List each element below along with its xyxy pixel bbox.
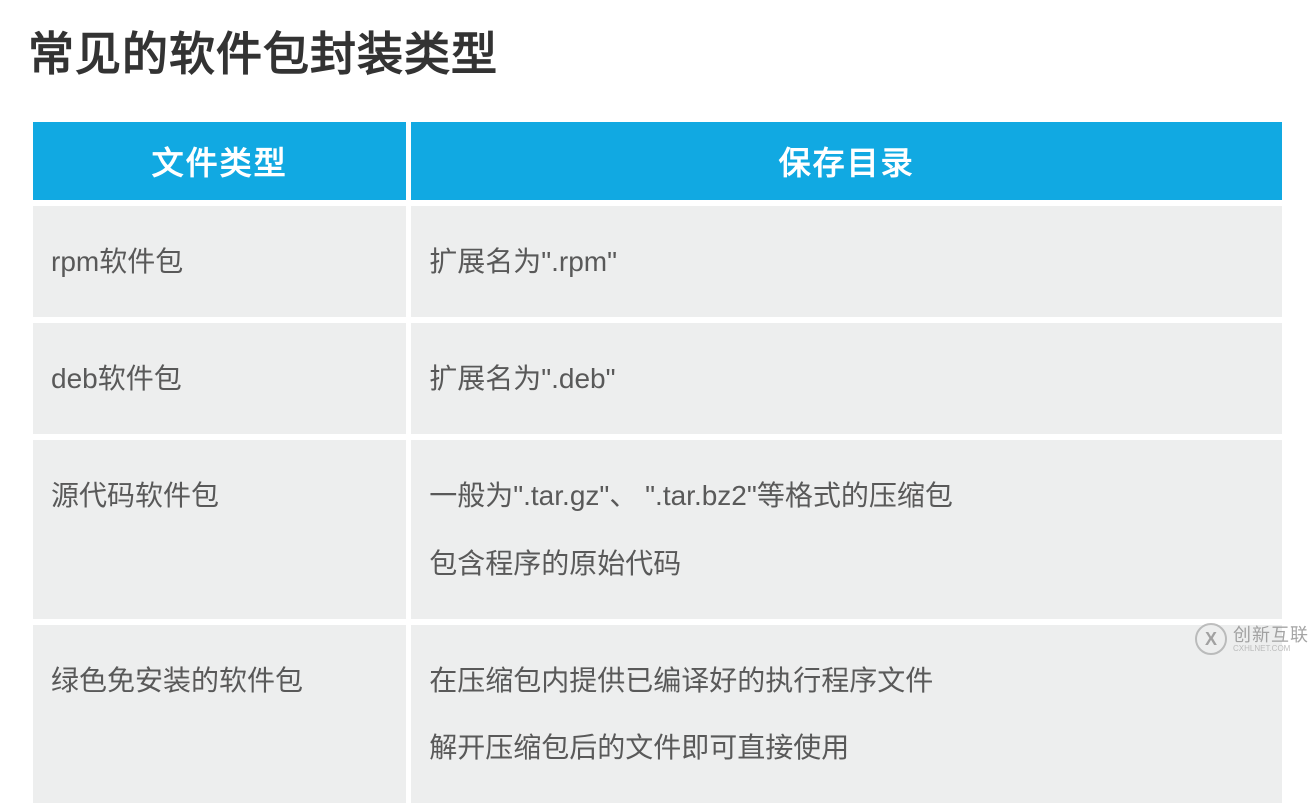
table-row: 绿色免安装的软件包 在压缩包内提供已编译好的执行程序文件解开压缩包后的文件即可直… <box>33 625 1282 803</box>
cell-file-type: deb软件包 <box>33 323 406 434</box>
cell-save-dir: 一般为".tar.gz"、 ".tar.bz2"等格式的压缩包包含程序的原始代码 <box>411 440 1282 618</box>
cell-save-dir: 扩展名为".rpm" <box>411 206 1282 317</box>
cell-save-dir: 在压缩包内提供已编译好的执行程序文件解开压缩包后的文件即可直接使用 <box>411 625 1282 803</box>
package-type-table: 文件类型 保存目录 rpm软件包 扩展名为".rpm" deb软件包 扩展名为"… <box>28 122 1287 803</box>
cell-save-dir: 扩展名为".deb" <box>411 323 1282 434</box>
watermark-logo-icon: X <box>1195 623 1227 655</box>
table-row: 源代码软件包 一般为".tar.gz"、 ".tar.bz2"等格式的压缩包包含… <box>33 440 1282 618</box>
col-save-dir: 保存目录 <box>411 122 1282 200</box>
watermark: X 创新互联 CXHLNET.COM <box>1195 623 1309 655</box>
col-file-type: 文件类型 <box>33 122 406 200</box>
watermark-brand: 创新互联 <box>1233 626 1309 644</box>
table-row: deb软件包 扩展名为".deb" <box>33 323 1282 434</box>
cell-file-type: rpm软件包 <box>33 206 406 317</box>
cell-file-type: 绿色免安装的软件包 <box>33 625 406 803</box>
slide-title: 常见的软件包封装类型 <box>0 0 1315 84</box>
cell-file-type: 源代码软件包 <box>33 440 406 618</box>
table-row: rpm软件包 扩展名为".rpm" <box>33 206 1282 317</box>
table-header-row: 文件类型 保存目录 <box>33 122 1282 200</box>
watermark-sub: CXHLNET.COM <box>1233 644 1309 653</box>
